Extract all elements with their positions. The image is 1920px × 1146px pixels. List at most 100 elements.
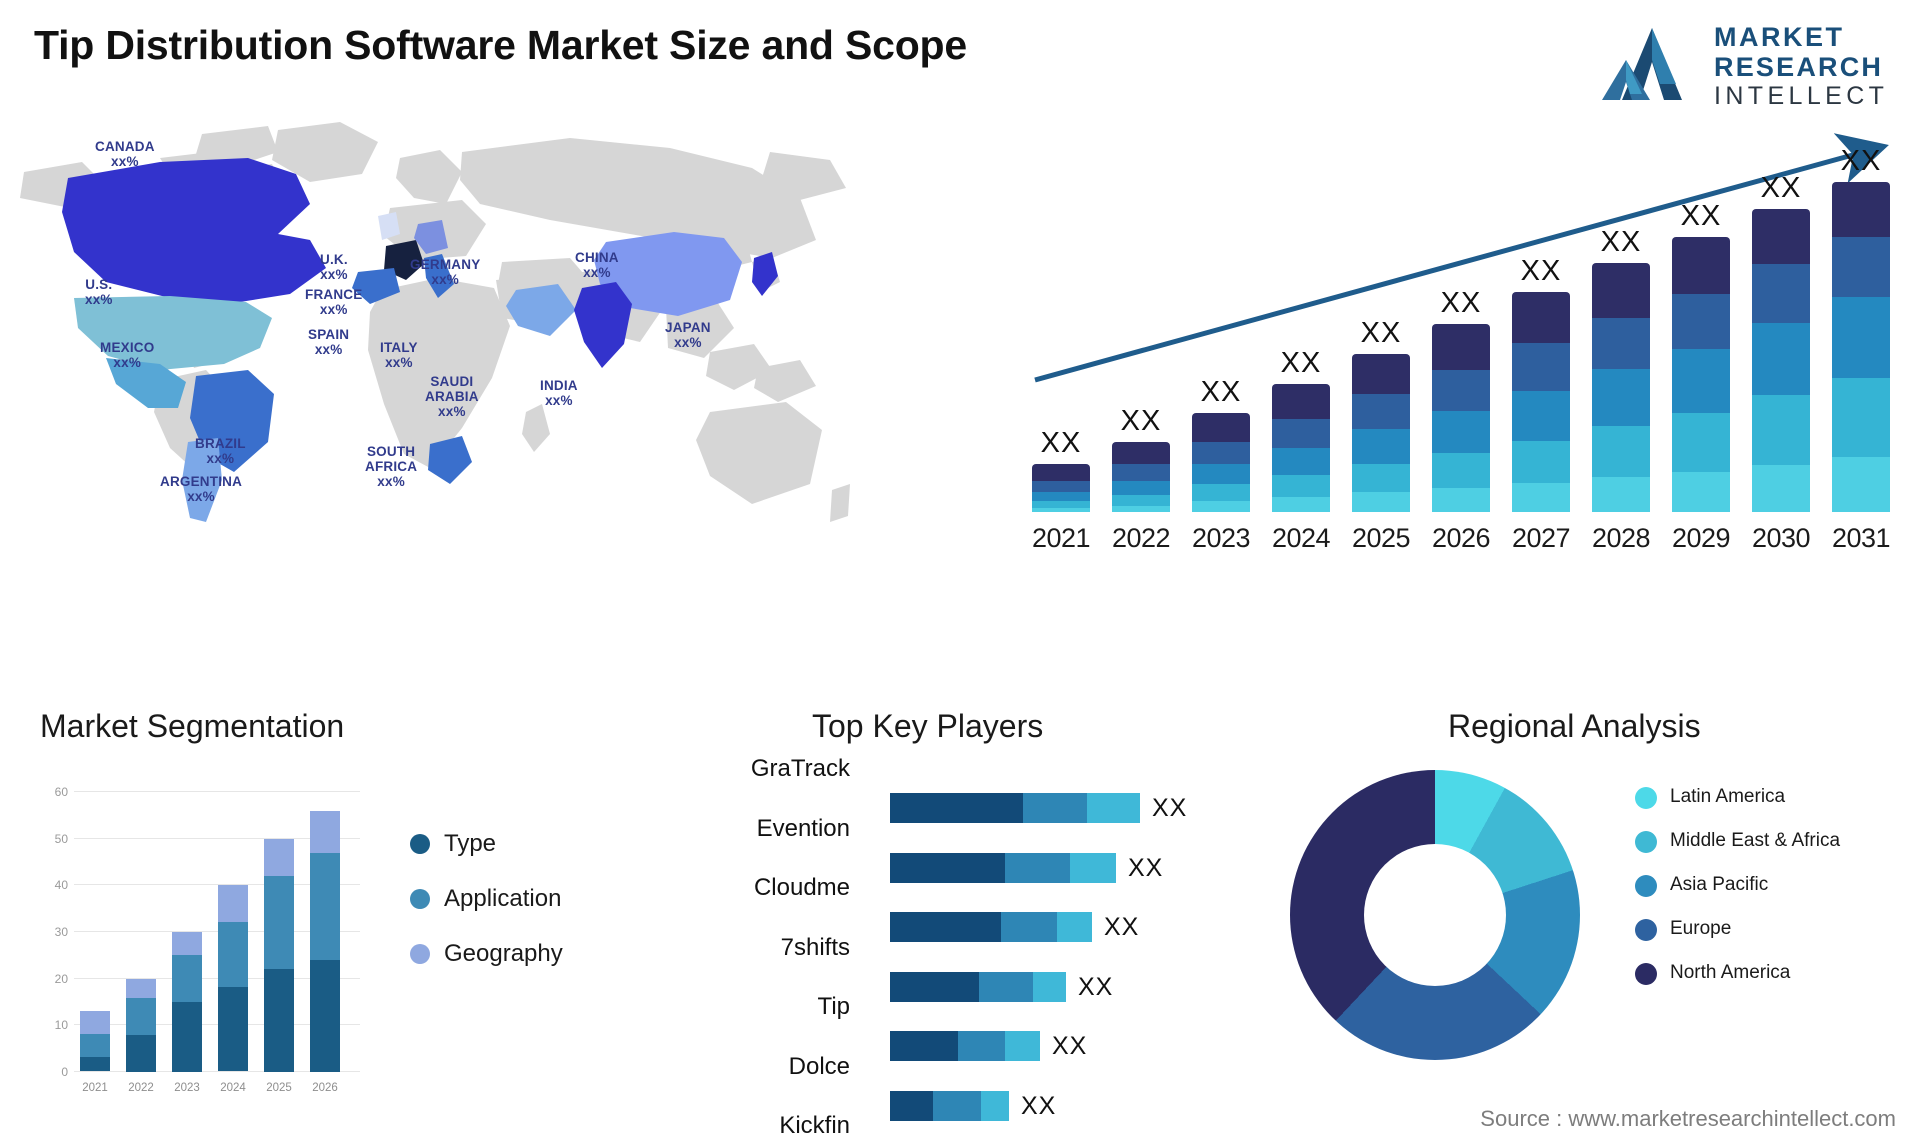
legend-color-swatch — [1635, 963, 1657, 985]
segmentation-bar-segment — [218, 885, 248, 922]
key-player-bar — [890, 793, 1140, 823]
forecast-bar-segment — [1512, 441, 1570, 483]
map-label-u-k-: U.K. xx% — [320, 252, 348, 282]
legend-color-swatch — [1635, 919, 1657, 941]
forecast-bar-segment — [1352, 394, 1410, 429]
key-player-bar-segment — [890, 793, 1023, 823]
segmentation-x-tick: 2023 — [174, 1082, 200, 1094]
forecast-x-axis-label: 2023 — [1191, 523, 1251, 553]
key-player-bar-segment — [1005, 852, 1070, 883]
forecast-bar-segment — [1112, 481, 1170, 495]
forecast-bar-segment — [1512, 343, 1570, 391]
map-label-name: ARGENTINA — [160, 474, 243, 489]
legend-color-swatch — [1635, 831, 1657, 853]
forecast-bar-value-label: XX — [1120, 405, 1162, 437]
logo-mountain-icon — [1602, 28, 1682, 100]
legend-color-swatch — [1635, 875, 1657, 897]
key-player-bar-segment — [890, 1031, 958, 1061]
segmentation-bar-segment — [172, 955, 202, 1002]
map-label-percent: xx% — [674, 335, 702, 350]
legend-label: North America — [1670, 962, 1791, 983]
forecast-bar — [1272, 384, 1330, 512]
forecast-bar-segment — [1112, 506, 1170, 512]
regional-analysis-legend: Latin America Middle East & Africa Asia Pa… — [1635, 785, 1905, 1005]
forecast-bar-segment — [1192, 484, 1250, 501]
legend-label: Latin America — [1670, 786, 1786, 807]
regional-legend-item: Asia Pacific — [1635, 873, 1905, 897]
segmentation-y-tick: 60 — [54, 785, 68, 799]
segmentation-bar-segment — [126, 1035, 156, 1072]
forecast-x-axis-label: 2021 — [1031, 523, 1091, 553]
map-label-name: U.K. — [320, 252, 348, 267]
segmentation-bar-segment — [126, 979, 156, 998]
forecast-bar-segment — [1192, 501, 1250, 512]
forecast-x-axis-label: 2030 — [1751, 523, 1811, 553]
regional-legend-item: Europe — [1635, 917, 1905, 941]
map-label-saudi-arabia: SAUDI ARABIA xx% — [425, 374, 479, 419]
segmentation-legend-item: Application — [410, 885, 563, 913]
segmentation-bar-segment — [218, 987, 248, 1071]
segmentation-y-tick: 0 — [61, 1065, 68, 1079]
forecast-bar-segment — [1752, 465, 1810, 512]
map-label-percent: xx% — [314, 342, 343, 357]
forecast-bar-value-label: XX — [1360, 317, 1402, 349]
forecast-bar-segment — [1352, 429, 1410, 464]
forecast-bar-value-label: XX — [1200, 376, 1242, 408]
key-player-name: Evention — [756, 814, 850, 842]
forecast-bar-segment — [1592, 477, 1650, 512]
legend-label: Geography — [444, 940, 563, 967]
legend-color-swatch — [410, 944, 430, 964]
forecast-bar — [1832, 182, 1890, 512]
forecast-bar — [1432, 324, 1490, 512]
map-label-percent: xx% — [431, 272, 460, 287]
regional-legend-item: Latin America — [1635, 785, 1905, 809]
map-label-name: SAUDI ARABIA — [425, 374, 479, 404]
key-player-value-label: XX — [1078, 972, 1114, 1001]
segmentation-x-tick: 2026 — [312, 1082, 338, 1094]
donut-hole — [1364, 844, 1506, 986]
key-player-bar-segment — [890, 971, 979, 1002]
map-label-percent: xx% — [85, 292, 113, 307]
country-south-africa — [428, 436, 472, 484]
forecast-bar-segment — [1752, 395, 1810, 465]
forecast-bar-segment — [1032, 501, 1090, 508]
key-player-bar-segment — [1005, 1031, 1040, 1061]
key-player-bar-segment — [890, 912, 1001, 942]
segmentation-x-tick: 2021 — [82, 1082, 108, 1094]
map-label-percent: xx% — [111, 154, 139, 169]
map-label-name: CHINA — [575, 250, 619, 265]
top-key-players-title: Top Key Players — [812, 708, 1044, 744]
segmentation-legend-item: Type — [410, 830, 563, 858]
segmentation-bar-segment — [310, 960, 340, 1072]
map-label-name: U.S. — [85, 277, 113, 292]
forecast-bar-value-label: XX — [1600, 226, 1642, 258]
key-player-bar-segment — [1057, 912, 1092, 942]
forecast-bar-segment — [1432, 488, 1490, 512]
key-player-bar — [890, 1090, 1009, 1121]
key-player-value-label: XX — [1021, 1091, 1057, 1120]
key-player-bar-segment — [933, 1090, 981, 1121]
map-label-name: GERMANY — [410, 257, 481, 272]
segmentation-bar-segment — [218, 922, 248, 987]
market-segmentation-chart: 0 10 20 30 40 50 60 2021 2022 2023 2024 2025 2026 — [40, 766, 360, 1096]
segmentation-bar-segment — [80, 1011, 110, 1034]
forecast-bar-segment — [1352, 492, 1410, 512]
regional-legend-item: North America — [1635, 961, 1905, 985]
map-label-india: INDIA xx% — [540, 378, 578, 408]
forecast-bar-value-label: XX — [1440, 287, 1482, 319]
forecast-bar-segment — [1192, 442, 1250, 464]
map-label-percent: xx% — [545, 393, 573, 408]
map-label-percent: xx% — [377, 474, 405, 489]
forecast-bar-value-label: XX — [1040, 427, 1082, 459]
map-label-canada: CANADA xx% — [95, 139, 155, 169]
market-segmentation-title: Market Segmentation — [40, 708, 345, 744]
forecast-x-axis-label: 2031 — [1831, 523, 1891, 553]
legend-label: Application — [444, 885, 562, 912]
map-label-percent: xx% — [385, 355, 413, 370]
key-player-name: Kickfin — [779, 1112, 850, 1139]
forecast-bar-segment — [1352, 464, 1410, 492]
map-label-germany: GERMANY xx% — [410, 257, 480, 287]
segmentation-bar — [218, 885, 248, 1072]
forecast-bar-segment — [1432, 370, 1490, 411]
forecast-bar — [1512, 292, 1570, 512]
